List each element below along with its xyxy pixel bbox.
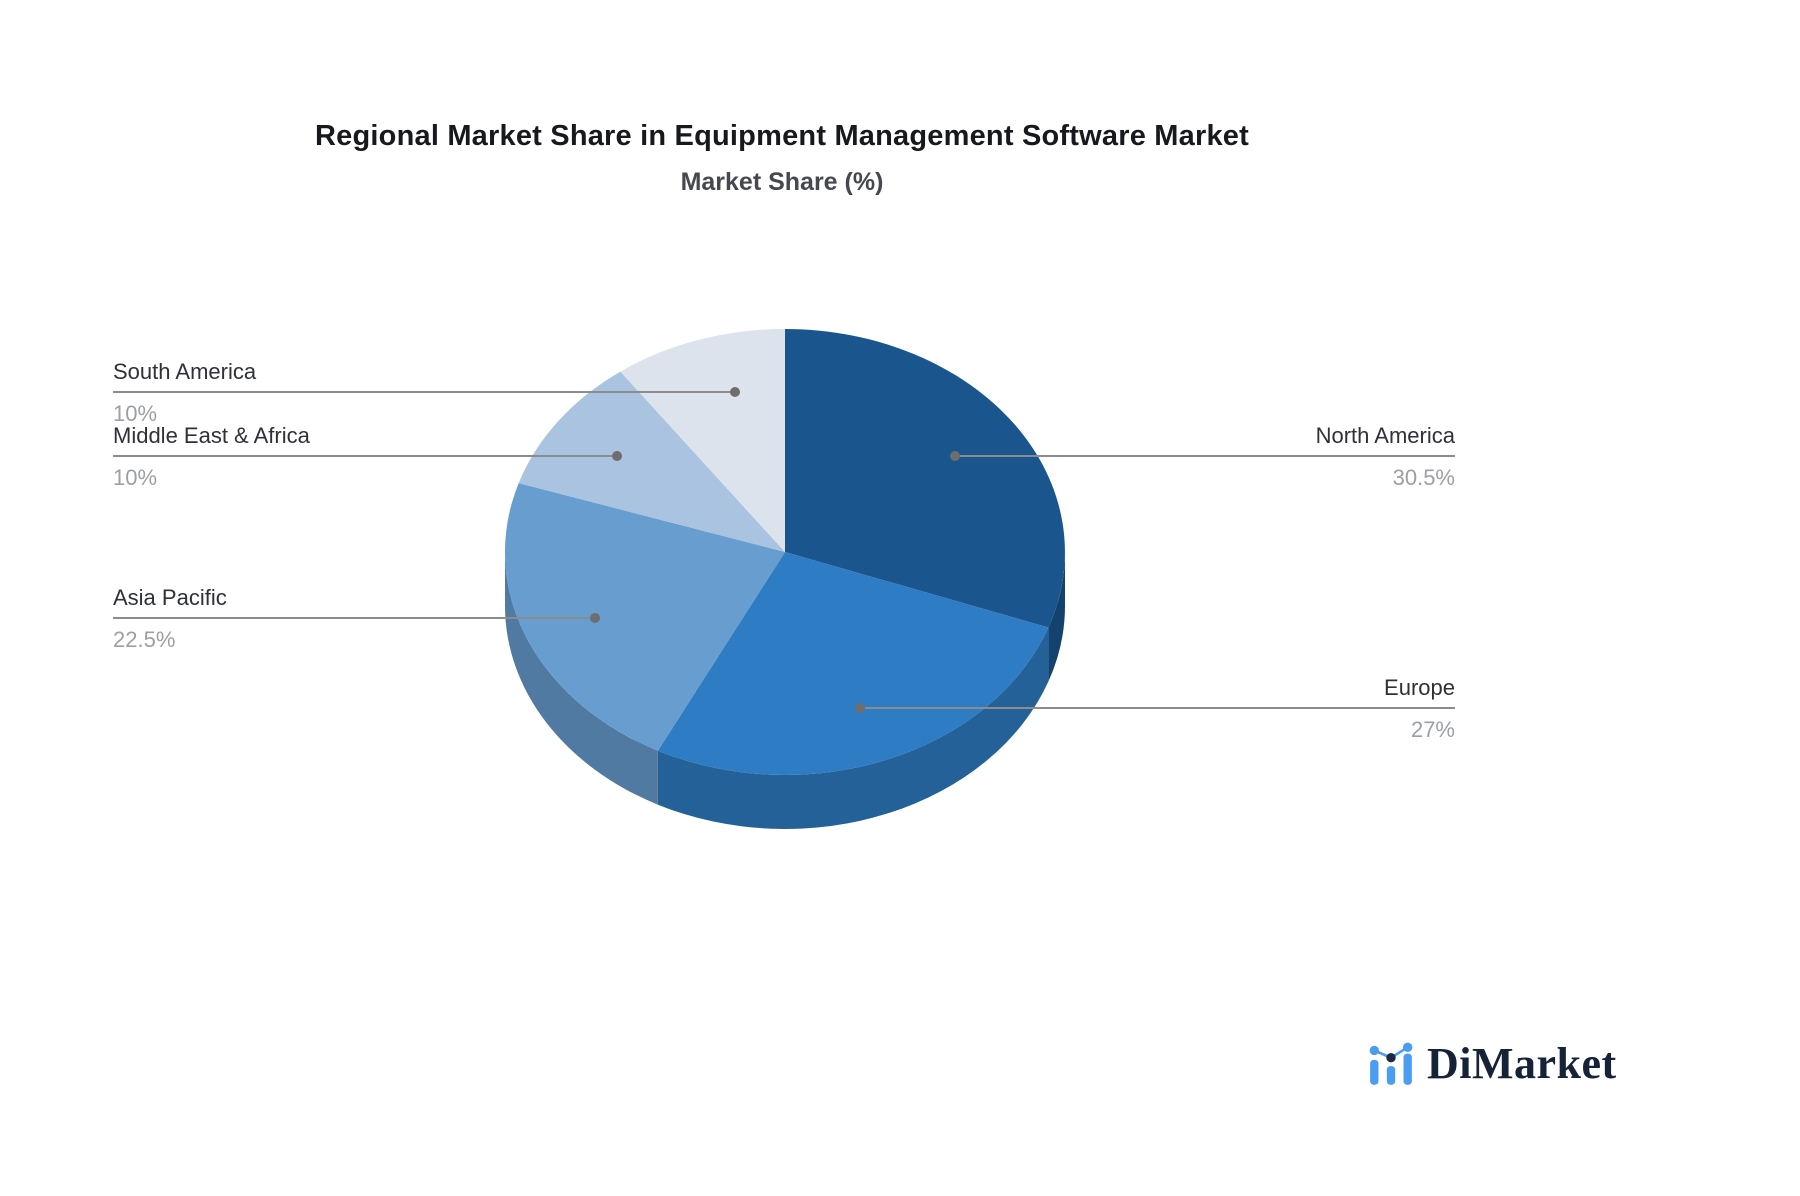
dimarket-logo: DiMarket [1367,1038,1617,1089]
slice-value: 22.5% [113,627,176,652]
bar-chart-logo-icon [1369,1042,1413,1085]
leader-dot [950,451,960,461]
slice-label: Middle East & Africa [113,423,310,448]
leader-line [855,703,1455,713]
leader-dot [855,703,865,713]
callout-asia-pacific: Asia Pacific 22.5% [113,585,600,653]
slice-label: Asia Pacific [113,585,227,610]
callout-north-america: North America 30.5% [950,423,1455,491]
callout-europe: Europe 27% [855,675,1455,743]
slice-value: 10% [113,465,158,490]
leader-dot [590,613,600,623]
leader-line [113,613,600,623]
leader-line [950,451,1455,461]
slice-value: 30.5% [1392,465,1455,490]
slice-label: Europe [1384,675,1455,700]
slice-label: South America [113,359,257,384]
slice-label: North America [1315,423,1455,448]
logo-text: DiMarket [1427,1039,1617,1088]
callout-south-america: South America 10% [113,359,740,427]
leader-dot [730,387,740,397]
leader-dot [612,451,622,461]
callout-middle-east-africa: Middle East & Africa 10% [113,423,622,491]
slice-value: 27% [1410,717,1455,742]
leader-line [113,387,740,397]
leader-line [113,451,622,461]
